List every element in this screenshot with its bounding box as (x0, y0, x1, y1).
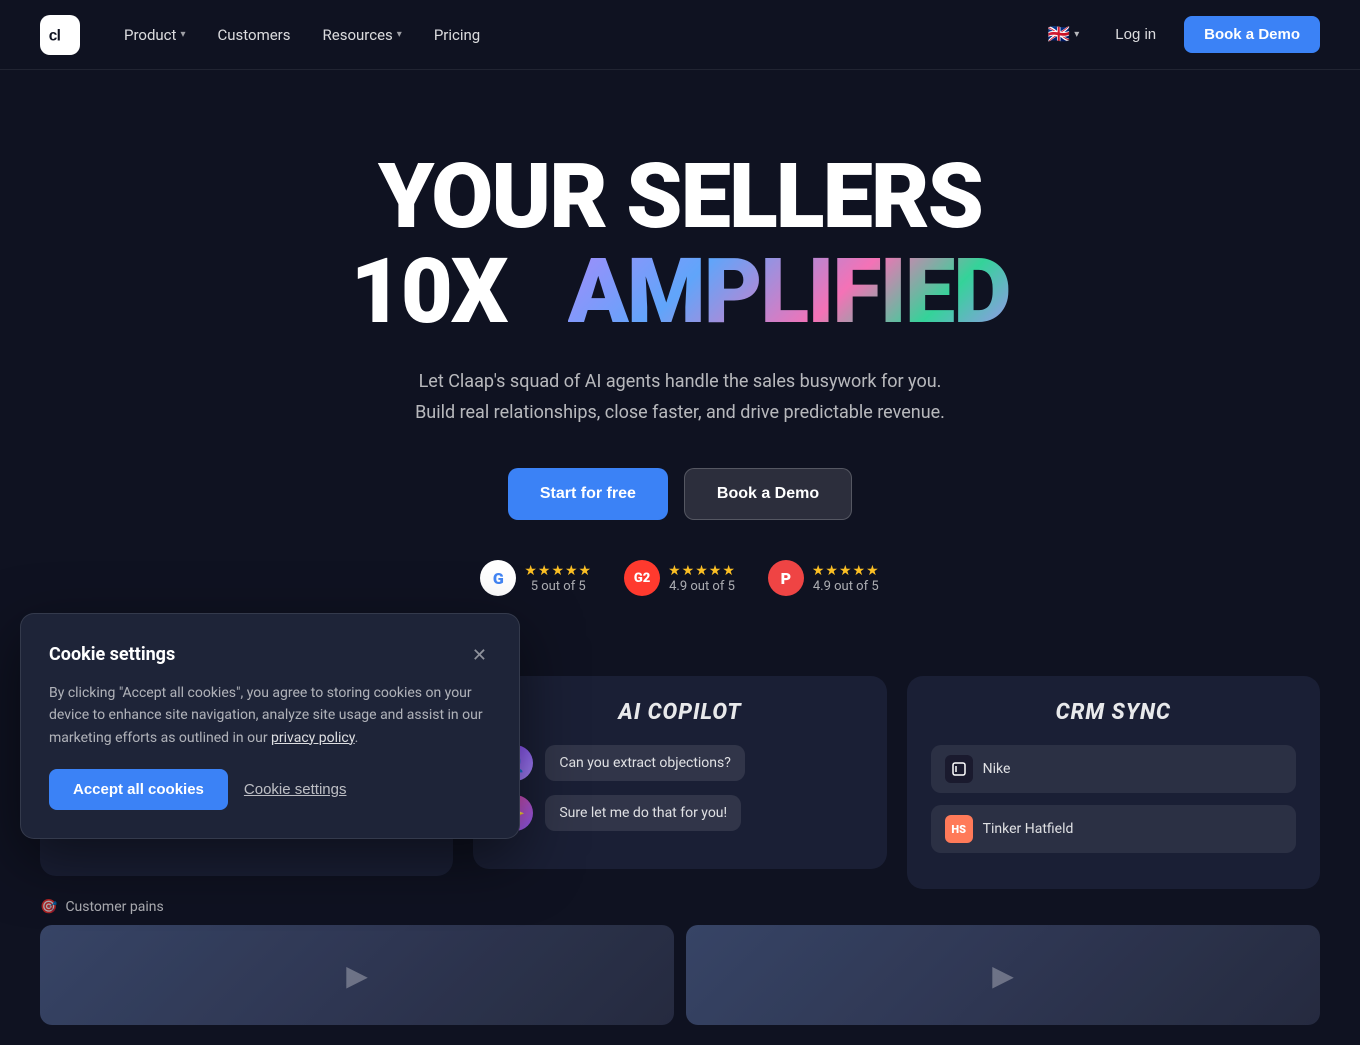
ratings-row: G ★★★★★ 5 out of 5 G2 ★★★★★ 4.9 out of 5… (480, 560, 879, 596)
video-thumb-1[interactable]: ▶ (40, 925, 674, 1025)
navbar-right: 🇬🇧 ▾ Log in Book a Demo (1040, 16, 1320, 53)
accept-cookies-button[interactable]: Accept all cookies (49, 769, 228, 810)
logo[interactable]: cl (40, 15, 80, 55)
privacy-policy-link[interactable]: privacy policy (271, 730, 355, 746)
nav-links: Product ▾ Customers Resources ▾ Pricing (112, 18, 492, 52)
logo-icon: cl (40, 15, 80, 55)
hero-title-amplified: AMPLIFIED (568, 239, 1010, 344)
ai-message: Sure let me do that for you! (545, 795, 741, 831)
crm-item-nike: Nike (931, 745, 1296, 793)
chevron-down-icon-resources: ▾ (397, 29, 402, 40)
book-demo-nav-button[interactable]: Book a Demo (1184, 16, 1320, 53)
language-selector[interactable]: 🇬🇧 ▾ (1040, 18, 1087, 51)
flag-icon: 🇬🇧 (1048, 24, 1070, 45)
ai-copilot-title: AI COPILOT (497, 700, 862, 725)
cookie-banner: Cookie settings ✕ By clicking "Accept al… (20, 613, 520, 839)
cookie-actions: Accept all cookies Cookie settings (49, 769, 491, 810)
chevron-down-icon: ▾ (180, 29, 185, 40)
google-logo: G (480, 560, 516, 596)
book-demo-hero-button[interactable]: Book a Demo (684, 468, 852, 520)
hero-subtitle: Let Claap's squad of AI agents handle th… (415, 367, 945, 428)
chat-message-ai: ✨ Sure let me do that for you! (497, 795, 862, 831)
google-stars: ★★★★★ (524, 563, 592, 579)
start-free-button[interactable]: Start for free (508, 468, 668, 520)
navbar: cl Product ▾ Customers Resources ▾ Prici… (0, 0, 1360, 70)
customer-pains-row: 🎯 Customer pains (0, 889, 1360, 925)
product-hunt-logo: P (768, 560, 804, 596)
nav-item-product[interactable]: Product ▾ (112, 18, 197, 52)
ph-stars: ★★★★★ (812, 563, 880, 579)
nav-item-pricing[interactable]: Pricing (422, 18, 492, 52)
svg-text:cl: cl (49, 27, 61, 44)
g2-logo: G2 (624, 560, 660, 596)
target-icon: 🎯 (40, 899, 57, 915)
ph-score: 4.9 out of 5 (812, 579, 880, 594)
hero-section: YOUR SELLERS 10X AMPLIFIED Let Claap's s… (0, 70, 1360, 636)
google-score: 5 out of 5 (524, 579, 592, 594)
lang-chevron-icon: ▾ (1074, 29, 1079, 40)
notion-icon (945, 755, 973, 783)
hero-title: YOUR SELLERS 10X AMPLIFIED (351, 150, 1010, 339)
crm-sync-panel: CRM SYNC Nike HS Tinker Hatfield (907, 676, 1320, 889)
nav-item-customers[interactable]: Customers (205, 18, 302, 52)
human-message: Can you extract objections? (545, 745, 745, 781)
hero-buttons: Start for free Book a Demo (508, 468, 852, 520)
g2-score: 4.9 out of 5 (668, 579, 736, 594)
hero-title-10x: 10X (351, 239, 507, 344)
rating-google: G ★★★★★ 5 out of 5 (480, 560, 592, 596)
login-button[interactable]: Log in (1103, 18, 1168, 51)
video-strip: ▶ ▶ (0, 925, 1360, 1045)
cookie-body: By clicking "Accept all cookies", you ag… (49, 682, 491, 749)
video-thumb-2[interactable]: ▶ (686, 925, 1320, 1025)
nav-item-resources[interactable]: Resources ▾ (311, 18, 414, 52)
cookie-settings-button[interactable]: Cookie settings (244, 781, 347, 798)
cookie-title: Cookie settings (49, 644, 175, 665)
cookie-header: Cookie settings ✕ (49, 642, 491, 668)
customer-pains-label: Customer pains (65, 899, 163, 915)
rating-product-hunt: P ★★★★★ 4.9 out of 5 (768, 560, 880, 596)
cookie-close-button[interactable]: ✕ (468, 642, 491, 668)
chat-message-human: 👤 Can you extract objections? (497, 745, 862, 781)
rating-g2: G2 ★★★★★ 4.9 out of 5 (624, 560, 736, 596)
ai-copilot-panel: AI COPILOT 👤 Can you extract objections?… (473, 676, 886, 869)
navbar-left: cl Product ▾ Customers Resources ▾ Prici… (40, 15, 492, 55)
g2-stars: ★★★★★ (668, 563, 736, 579)
crm-item-hubspot: HS Tinker Hatfield (931, 805, 1296, 853)
hubspot-icon: HS (945, 815, 973, 843)
crm-sync-title: CRM SYNC (931, 700, 1296, 725)
